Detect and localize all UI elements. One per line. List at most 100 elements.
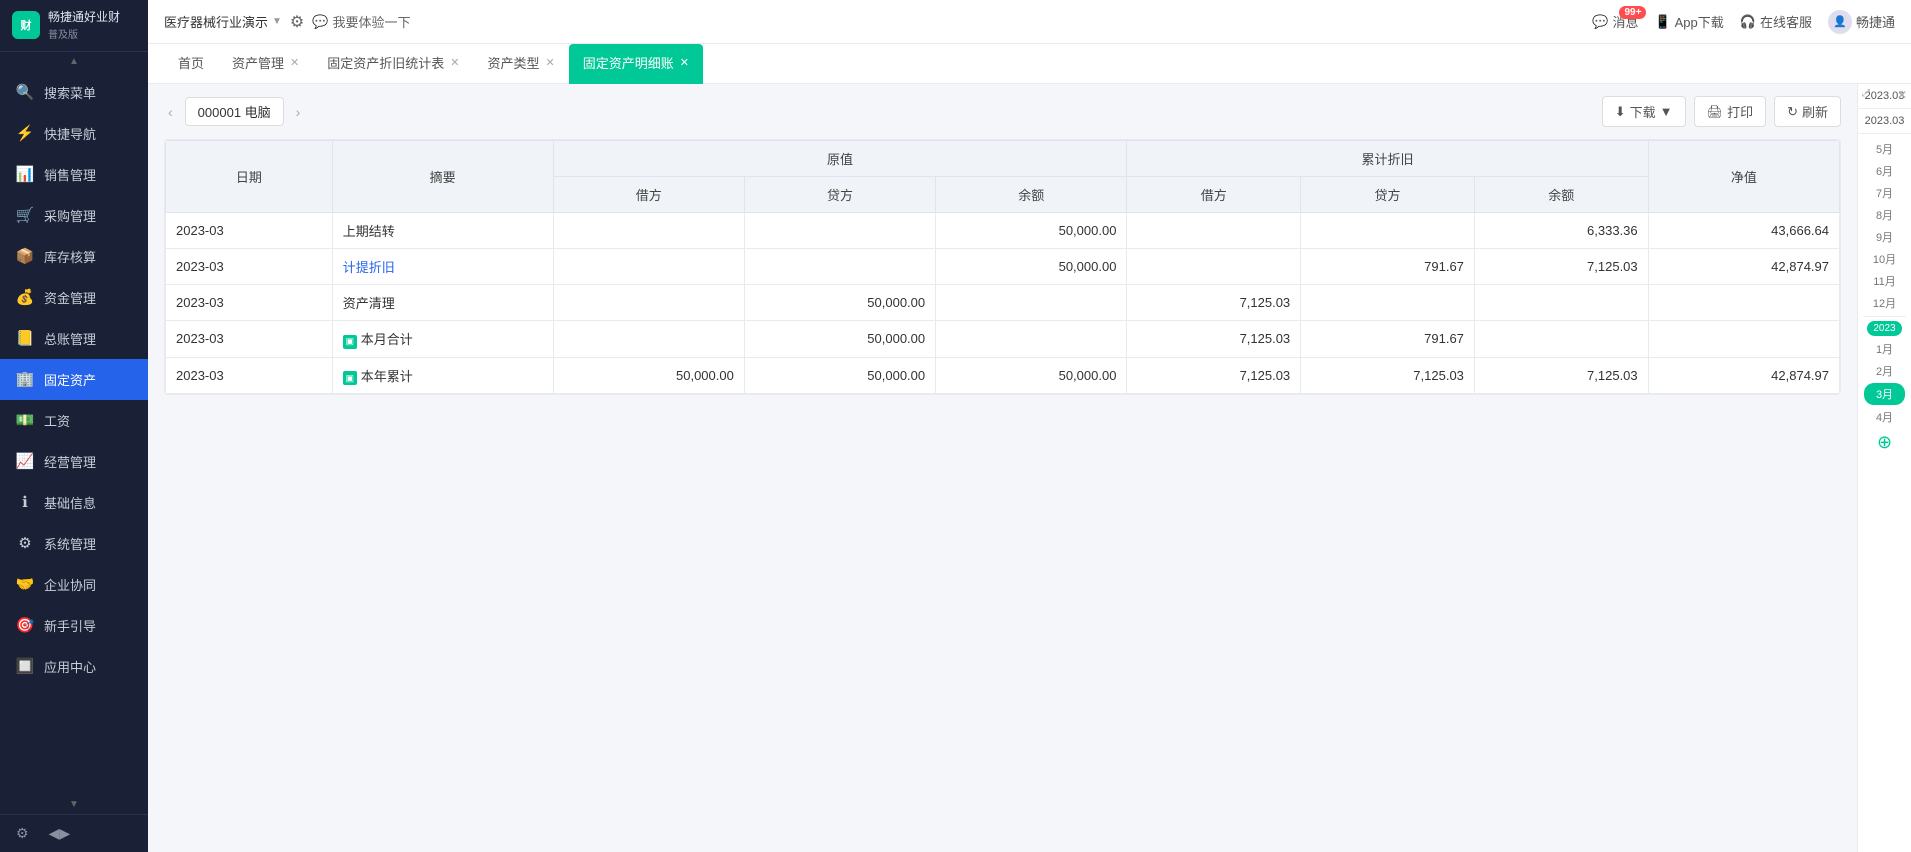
timeline-month-11[interactable]: 11月	[1858, 270, 1911, 292]
page-content: ‹ 000001 电脑 › ⬇ 下载 ▼ 🖨 打印 ↻ 刷新	[148, 84, 1857, 852]
sidebar-item-label: 工资	[44, 411, 70, 430]
cell-orig-credit	[744, 249, 935, 285]
search-icon: 🔍	[16, 83, 34, 101]
timeline-month-3[interactable]: 3月	[1864, 383, 1905, 405]
logo-sub: 普及版	[48, 26, 120, 41]
cell-net-value	[1648, 321, 1839, 358]
timeline-month-1[interactable]: 1月	[1858, 338, 1911, 360]
asset-prev-button[interactable]: ‹	[164, 102, 177, 122]
sidebar-item-sales[interactable]: 📊 销售管理	[0, 154, 148, 195]
purchase-icon: 🛒	[16, 206, 34, 224]
timeline-month-10[interactable]: 10月	[1858, 248, 1911, 270]
ledger-icon: 📒	[16, 329, 34, 347]
sidebar-scroll-up[interactable]: ▲	[0, 52, 148, 72]
basic-info-icon: ℹ	[16, 493, 34, 511]
sidebar-item-finance[interactable]: 💰 资金管理	[0, 277, 148, 318]
timeline-month-12[interactable]: 12月	[1858, 292, 1911, 314]
tab-asset-detail-label: 固定资产明细账	[583, 53, 674, 72]
table-row: 2023-03 ▣本月合计 50,000.00 7,125.03 791.67	[166, 321, 1840, 358]
tab-home[interactable]: 首页	[164, 44, 218, 84]
tab-asset-type-label: 资产类型	[487, 53, 539, 72]
trial-button[interactable]: 💬 我要体验一下	[312, 12, 410, 31]
sidebar-item-inventory[interactable]: 📦 库存核算	[0, 236, 148, 277]
app-download-button[interactable]: 📱 App下载	[1654, 12, 1723, 31]
company-name: 医疗器械行业演示	[164, 12, 268, 31]
cell-date: 2023-03	[166, 357, 333, 394]
cell-summary: 资产清理	[332, 285, 553, 321]
sidebar-item-label: 库存核算	[44, 247, 96, 266]
timeline-month-4[interactable]: 4月	[1858, 406, 1911, 428]
sidebar-item-operations[interactable]: 📈 经营管理	[0, 441, 148, 482]
print-button[interactable]: 🖨 打印	[1694, 96, 1767, 127]
cell-dep-credit: 7,125.03	[1301, 357, 1475, 394]
timeline-panel: ✕ ⤢ 2023.03 2023.03 5月 6月 7月 8月 9月 10月 1…	[1857, 84, 1911, 852]
app-label: App下载	[1675, 12, 1724, 31]
tab-asset-mgmt-close[interactable]: ✕	[290, 56, 299, 69]
user-menu[interactable]: 👤 畅捷通	[1828, 10, 1895, 34]
sidebar-item-search[interactable]: 🔍 搜索菜单	[0, 72, 148, 113]
cell-date: 2023-03	[166, 285, 333, 321]
download-button[interactable]: ⬇ 下载 ▼	[1602, 96, 1686, 127]
sidebar-item-basic-info[interactable]: ℹ 基础信息	[0, 482, 148, 523]
sidebar-scroll-down[interactable]: ▼	[0, 794, 148, 814]
collapse-icon[interactable]: ◀▶	[49, 825, 71, 842]
topbar-right: 💬 消息 99+ 📱 App下载 🎧 在线客服 👤 畅捷通	[1592, 10, 1895, 34]
sidebar-item-guide[interactable]: 🎯 新手引导	[0, 605, 148, 646]
timeline-month-6[interactable]: 6月	[1858, 160, 1911, 182]
logo-text: 畅捷通好业财	[48, 10, 120, 26]
topbar-left: 医疗器械行业演示 ▼ ⚙ 💬 我要体验一下	[164, 12, 1580, 32]
sidebar-item-apps[interactable]: 🔲 应用中心	[0, 646, 148, 687]
logo-icon: 财	[12, 11, 40, 39]
apps-icon: 🔲	[16, 657, 34, 675]
cell-date: 2023-03	[166, 321, 333, 358]
settings-icon[interactable]: ⚙	[16, 825, 29, 842]
tab-depreciation-stat-close[interactable]: ✕	[450, 56, 459, 69]
sidebar-item-label: 资金管理	[44, 288, 96, 307]
service-button[interactable]: 🎧 在线客服	[1740, 12, 1812, 31]
sidebar-item-fixed-assets[interactable]: 🏢 固定资产	[0, 359, 148, 400]
asset-current[interactable]: 000001 电脑	[185, 97, 284, 126]
timeline-year-badge[interactable]: 2023	[1867, 321, 1901, 336]
sidebar-item-quick-nav[interactable]: ⚡ 快捷导航	[0, 113, 148, 154]
sidebar-item-system[interactable]: ⚙ 系统管理	[0, 523, 148, 564]
download-arrow-icon: ▼	[1660, 104, 1673, 119]
sidebar-item-ledger[interactable]: 📒 总账管理	[0, 318, 148, 359]
sidebar-item-label: 销售管理	[44, 165, 96, 184]
timeline-expand-button[interactable]: ⤢	[1862, 88, 1870, 99]
timeline-month-7[interactable]: 7月	[1858, 182, 1911, 204]
asset-detail-table: 日期 摘要 原值 累计折旧 净值 借方 贷方 余额 借方 贷方 余额	[164, 139, 1841, 395]
trial-icon: 💬	[312, 14, 328, 30]
tab-asset-type[interactable]: 资产类型 ✕	[473, 44, 568, 84]
asset-next-button[interactable]: ›	[292, 102, 305, 122]
topbar-settings-icon[interactable]: ⚙	[290, 12, 304, 32]
finance-icon: 💰	[16, 288, 34, 306]
fixed-assets-icon: 🏢	[16, 370, 34, 388]
col-net-value: 净值	[1648, 141, 1839, 213]
sidebar-item-label: 搜索菜单	[44, 83, 96, 102]
timeline-month-8[interactable]: 8月	[1858, 204, 1911, 226]
timeline-close-button[interactable]: ✕	[1897, 88, 1907, 102]
message-button[interactable]: 💬 消息 99+	[1592, 12, 1638, 31]
cell-dep-balance	[1474, 321, 1648, 358]
refresh-button[interactable]: ↻ 刷新	[1774, 96, 1841, 127]
timeline-month-5[interactable]: 5月	[1858, 138, 1911, 160]
sidebar-item-payroll[interactable]: 💵 工资	[0, 400, 148, 441]
cell-dep-credit: 791.67	[1301, 321, 1475, 358]
company-selector[interactable]: 医疗器械行业演示 ▼	[164, 12, 282, 31]
tab-depreciation-stat[interactable]: 固定资产折旧统计表 ✕	[313, 44, 473, 84]
tab-asset-detail-close[interactable]: ✕	[680, 56, 689, 69]
tab-asset-type-close[interactable]: ✕	[546, 56, 555, 69]
sidebar-item-label: 新手引导	[44, 616, 96, 635]
sidebar-item-label: 经营管理	[44, 452, 96, 471]
tab-asset-detail[interactable]: 固定资产明细账 ✕	[569, 44, 703, 84]
timeline-month-9[interactable]: 9月	[1858, 226, 1911, 248]
sidebar-item-purchase[interactable]: 🛒 采购管理	[0, 195, 148, 236]
timeline-add-button[interactable]: ⊕	[1877, 432, 1892, 453]
table-row: 2023-03 上期结转 50,000.00 6,333.36 43,666.6…	[166, 213, 1840, 249]
sidebar-item-enterprise[interactable]: 🤝 企业协同	[0, 564, 148, 605]
cell-summary: ▣本年累计	[332, 357, 553, 394]
timeline-month-2[interactable]: 2月	[1858, 360, 1911, 382]
download-icon: ⬇	[1615, 104, 1626, 120]
sidebar-logo: 财 畅捷通好业财 普及版	[0, 0, 148, 52]
tab-asset-mgmt[interactable]: 资产管理 ✕	[218, 44, 313, 84]
